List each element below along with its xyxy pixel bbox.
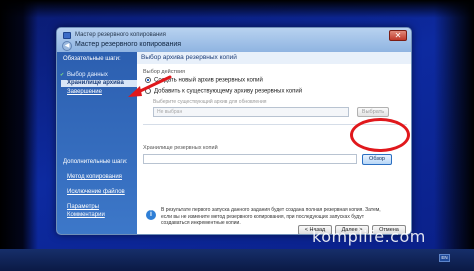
monitor-bezel-left <box>0 0 38 271</box>
select-archive-button[interactable]: Выбрать <box>357 107 389 117</box>
monitor-bezel-top <box>0 0 474 18</box>
monitor-bezel-right <box>434 0 474 271</box>
annotation-arrow-icon <box>128 75 172 97</box>
step-parameters[interactable]: Параметры <box>67 204 99 211</box>
wizard-title: Мастер резервного копирования <box>75 41 182 48</box>
storage-label: Хранилище резервных копий <box>143 145 218 151</box>
step-archive-storage[interactable]: Хранилище архива <box>61 80 137 87</box>
info-message: В результате первого запуска данного зад… <box>161 207 381 226</box>
radio-add-existing-label: Добавить к существующему архиву резервны… <box>154 88 303 95</box>
title-bar[interactable]: Мастер резервного копирования ✕ ◀ Мастер… <box>57 28 411 52</box>
required-steps-heading: Обязательные шаги: <box>63 56 121 62</box>
app-icon <box>63 32 71 39</box>
existing-archive-field[interactable]: Не выбран <box>153 107 349 117</box>
optional-steps-heading: Дополнительные шаги: <box>63 159 128 165</box>
language-indicator[interactable]: EN <box>439 254 450 262</box>
close-icon: ✕ <box>394 31 402 40</box>
step-exclude-files[interactable]: Исключение файлов <box>67 189 127 196</box>
storage-path-field[interactable] <box>143 154 357 164</box>
step-finish[interactable]: Завершение <box>67 89 102 96</box>
annotation-circle <box>350 118 410 152</box>
watermark: komplife.com <box>312 227 426 246</box>
taskbar <box>0 249 474 271</box>
close-button[interactable]: ✕ <box>389 30 407 41</box>
info-icon: i <box>146 210 156 220</box>
step-select-data[interactable]: Выбор данных <box>60 72 108 79</box>
wizard-sidebar: Обязательные шаги: Выбор данных Хранилищ… <box>57 52 137 234</box>
page-title: Выбор архива резервных копий <box>137 52 411 64</box>
window-title: Мастер резервного копирования <box>75 32 166 38</box>
step-comments[interactable]: Комментарии <box>67 212 105 219</box>
step-copy-method[interactable]: Метод копирования <box>67 174 127 181</box>
back-arrow-icon[interactable]: ◀ <box>62 41 72 51</box>
browse-button[interactable]: Обзор <box>362 154 392 165</box>
